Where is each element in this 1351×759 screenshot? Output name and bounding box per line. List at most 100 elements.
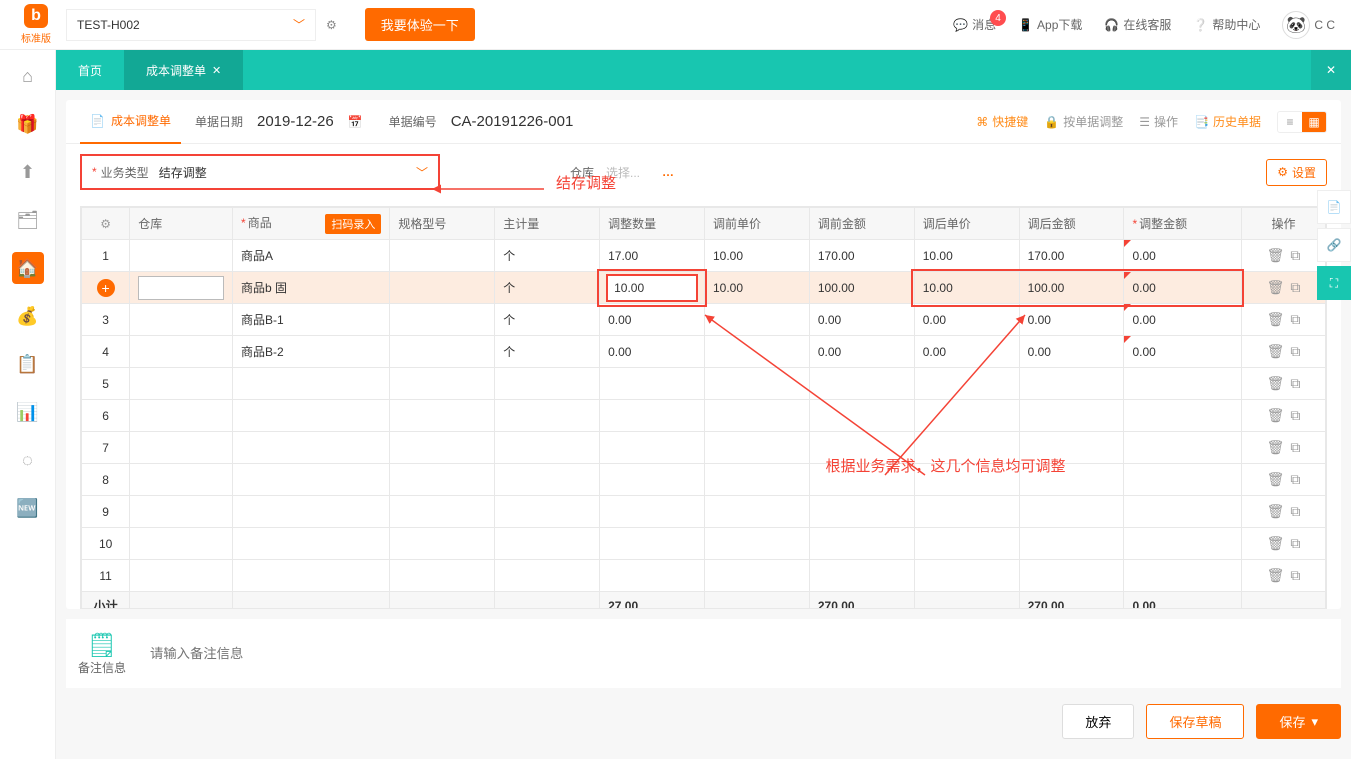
copy-icon[interactable]: ⧉ — [1290, 311, 1300, 327]
dock-link-icon[interactable]: 🔗 — [1317, 228, 1351, 262]
qty-cell-input[interactable]: 10.00 — [606, 274, 698, 302]
table-row[interactable]: +商品b 固个10.0010.00100.0010.00100.000.00🗑⧉ — [82, 272, 1326, 304]
delete-icon[interactable]: 🗑 — [1267, 311, 1285, 327]
th-warehouse: 仓库 — [130, 208, 233, 240]
nav-cloud-icon[interactable]: ⬆ — [12, 156, 44, 188]
nav-home-icon[interactable]: ⌂ — [12, 60, 44, 92]
table-row[interactable]: 9🗑⧉ — [82, 496, 1326, 528]
table-row[interactable]: 3商品B-1个0.000.000.000.000.00🗑⧉ — [82, 304, 1326, 336]
org-value: TEST-H002 — [77, 18, 140, 32]
delete-icon[interactable]: 🗑 — [1267, 439, 1285, 455]
delete-icon[interactable]: 🗑 — [1267, 503, 1285, 519]
copy-icon[interactable]: ⧉ — [1290, 407, 1300, 423]
business-type-select[interactable]: * 业务类型 结存调整 ﹀ — [80, 154, 440, 190]
tabbar-close-icon[interactable]: ✕ — [1311, 50, 1351, 90]
delete-icon[interactable]: 🗑 — [1267, 247, 1285, 263]
table-row[interactable]: 5🗑⧉ — [82, 368, 1326, 400]
help-icon: ❔ — [1193, 18, 1208, 32]
card-tab-cost-adjust[interactable]: 📄 成本调整单 — [80, 100, 181, 144]
business-type-label: 业务类型 — [101, 164, 149, 181]
try-button[interactable]: 我要体验一下 — [365, 8, 475, 41]
list-view-icon[interactable]: ≡ — [1278, 112, 1302, 132]
delete-icon[interactable]: 🗑 — [1267, 375, 1285, 391]
remark-section: 🗒 备注信息 — [78, 631, 126, 676]
subtotal-qty: 27.00 — [600, 592, 705, 610]
nav-briefcase-icon[interactable]: 🗂 — [12, 204, 44, 236]
org-settings-icon[interactable]: ⚙ — [326, 18, 337, 32]
warehouse-select[interactable]: 选择... — [606, 164, 640, 181]
remark-input[interactable] — [150, 646, 1329, 661]
close-icon[interactable]: ✕ — [212, 64, 221, 77]
grid-view-icon[interactable]: ▦ — [1302, 112, 1326, 132]
keyboard-icon: ⌘ — [976, 115, 988, 129]
nav-report-icon[interactable]: 📊 — [12, 396, 44, 428]
delete-icon[interactable]: 🗑 — [1267, 279, 1285, 295]
table-row[interactable]: 6🗑⧉ — [82, 400, 1326, 432]
nav-gift-icon[interactable]: 🎁 — [12, 108, 44, 140]
gear-icon[interactable]: ⚙ — [100, 217, 111, 231]
table-row[interactable]: 7🗑⧉ — [82, 432, 1326, 464]
org-selector[interactable]: TEST-H002 ﹀ — [66, 9, 316, 41]
table-row[interactable]: 1商品A个17.0010.00170.0010.00170.000.00🗑⧉ — [82, 240, 1326, 272]
user-menu[interactable]: 🐼 C C — [1282, 11, 1335, 39]
shortcut-link[interactable]: ⌘快捷键 — [976, 113, 1028, 130]
subtotal-adjamount: 0.00 — [1124, 592, 1241, 610]
delete-icon[interactable]: 🗑 — [1267, 471, 1285, 487]
nav-clipboard-icon[interactable]: 📋 — [12, 348, 44, 380]
operate-link[interactable]: ☰操作 — [1139, 113, 1178, 130]
view-toggle[interactable]: ≡ ▦ — [1277, 111, 1327, 133]
dock-expand-icon[interactable]: ⛶ — [1317, 266, 1351, 300]
table-row[interactable]: 11🗑⧉ — [82, 560, 1326, 592]
messages-link[interactable]: 💬 消息 4 — [953, 16, 996, 33]
nav-warehouse-icon[interactable]: 🏠 — [12, 252, 44, 284]
copy-icon[interactable]: ⧉ — [1290, 439, 1300, 455]
copy-icon[interactable]: ⧉ — [1290, 343, 1300, 359]
date-label: 单据日期 — [195, 113, 243, 130]
table-row[interactable]: 4商品B-2个0.000.000.000.000.00🗑⧉ — [82, 336, 1326, 368]
chat-icon: 💬 — [953, 18, 968, 32]
delete-icon[interactable]: 🗑 — [1267, 567, 1285, 583]
th-product: *商品扫码录入 — [233, 208, 390, 240]
calendar-icon[interactable]: 📅 — [348, 115, 363, 129]
copy-icon[interactable]: ⧉ — [1290, 471, 1300, 487]
table-row[interactable]: 10🗑⧉ — [82, 528, 1326, 560]
th-operate: 操作 — [1241, 208, 1325, 240]
add-row-icon[interactable]: + — [97, 279, 115, 297]
table-row[interactable]: 8🗑⧉ — [82, 464, 1326, 496]
date-value[interactable]: 2019-12-26 — [257, 113, 334, 130]
nav-money-icon[interactable]: 💰 — [12, 300, 44, 332]
history-link[interactable]: 📑历史单据 — [1194, 113, 1261, 130]
headset-icon: 🎧 — [1104, 18, 1119, 32]
service-link[interactable]: 🎧 在线客服 — [1104, 16, 1171, 33]
tab-home[interactable]: 首页 — [56, 50, 124, 90]
dock-doc-icon[interactable]: 📄 — [1317, 190, 1351, 224]
save-button[interactable]: 保存▾ — [1256, 704, 1341, 739]
logo: b 标准版 — [16, 4, 56, 45]
tab-cost-adjust[interactable]: 成本调整单 ✕ — [124, 50, 243, 90]
by-bill-link[interactable]: 🔒按单据调整 — [1044, 113, 1123, 130]
app-download-link[interactable]: 📱 App下载 — [1018, 16, 1082, 33]
copy-icon[interactable]: ⧉ — [1290, 375, 1300, 391]
delete-icon[interactable]: 🗑 — [1267, 535, 1285, 551]
copy-icon[interactable]: ⧉ — [1290, 503, 1300, 519]
copy-icon[interactable]: ⧉ — [1290, 535, 1300, 551]
warehouse-cell-input[interactable] — [138, 276, 224, 300]
delete-icon[interactable]: 🗑 — [1267, 343, 1285, 359]
nav-new-icon[interactable]: 🆕 — [12, 492, 44, 524]
ellipsis-icon[interactable]: … — [662, 165, 674, 179]
th-afteramount: 调后金额 — [1019, 208, 1124, 240]
copy-icon[interactable]: ⧉ — [1290, 279, 1300, 295]
th-qty: 调整数量 — [600, 208, 705, 240]
cancel-button[interactable]: 放弃 — [1062, 704, 1134, 739]
help-link[interactable]: ❔ 帮助中心 — [1193, 16, 1260, 33]
copy-icon[interactable]: ⧉ — [1290, 247, 1300, 263]
nav-loading-icon[interactable]: ◌ — [12, 444, 44, 476]
delete-icon[interactable]: 🗑 — [1267, 407, 1285, 423]
scan-input-tag[interactable]: 扫码录入 — [325, 214, 381, 234]
save-draft-button[interactable]: 保存草稿 — [1146, 704, 1244, 739]
tabbar: 首页 成本调整单 ✕ ✕ — [56, 50, 1351, 90]
th-unit: 主计量 — [495, 208, 600, 240]
copy-icon[interactable]: ⧉ — [1290, 567, 1300, 583]
settings-button[interactable]: ⚙ 设置 — [1266, 159, 1327, 186]
menu-icon: ☰ — [1139, 115, 1150, 129]
